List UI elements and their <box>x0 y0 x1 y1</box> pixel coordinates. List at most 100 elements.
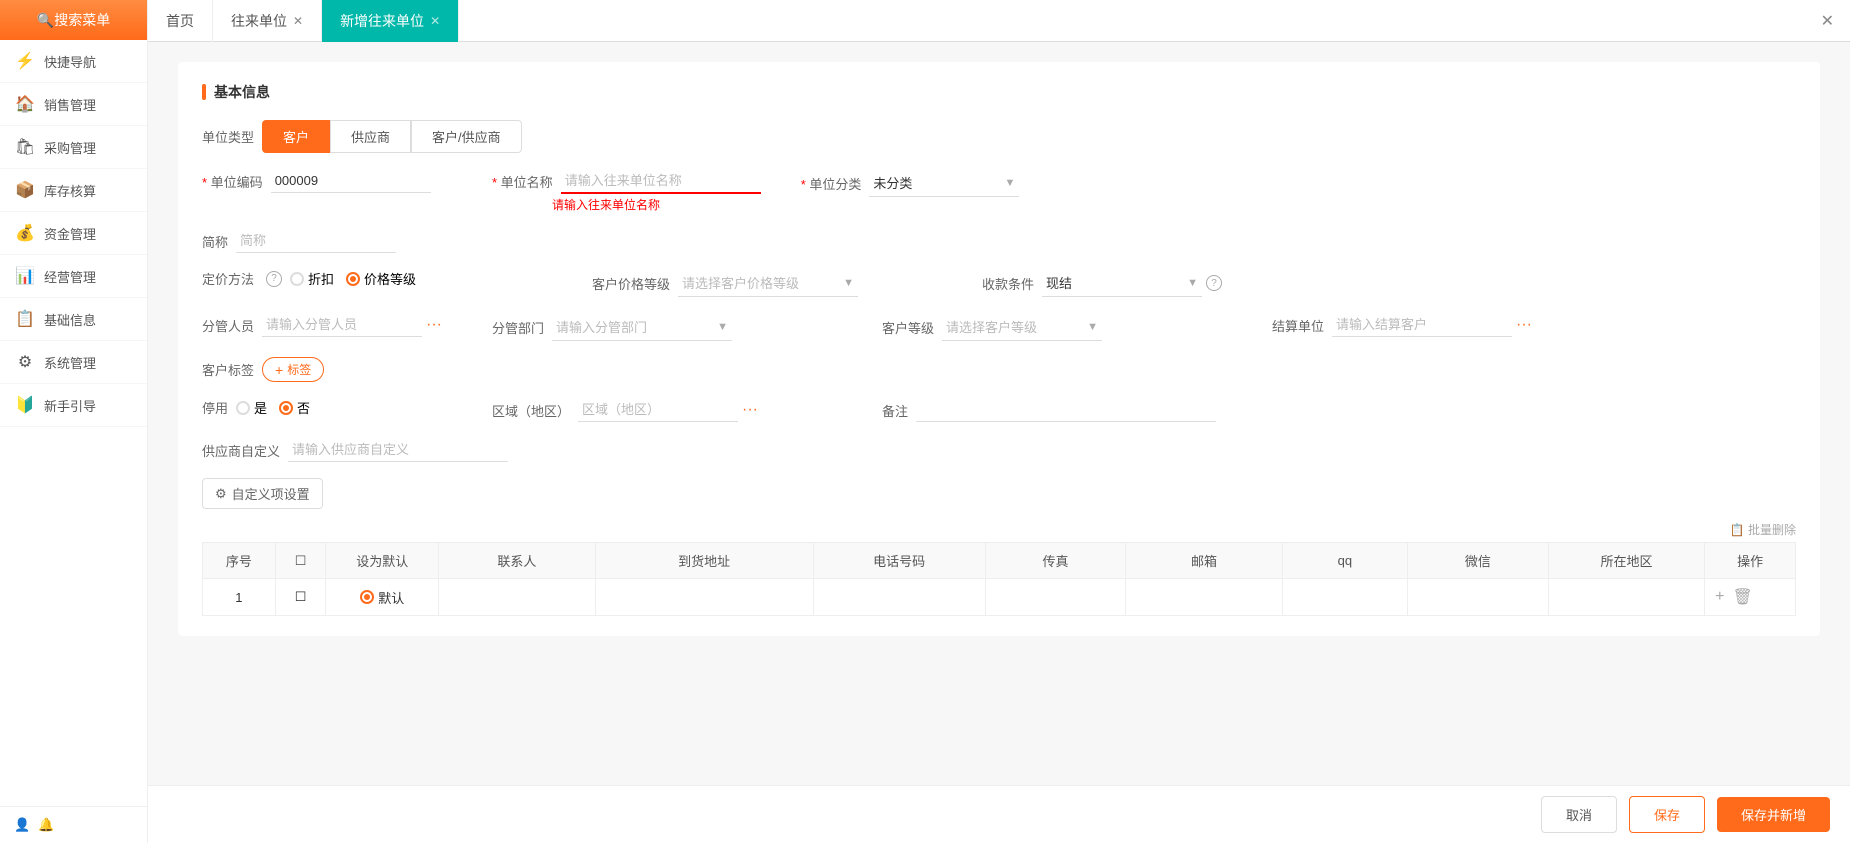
row-default[interactable]: 默认 <box>326 579 439 616</box>
table-header-cell: 序号 <box>203 543 276 579</box>
add-tag-button[interactable]: + 标签 <box>262 357 324 382</box>
tab-close-partners[interactable]: ✕ <box>293 14 303 28</box>
email-input[interactable] <box>1164 590 1244 605</box>
sidebar-item-sales[interactable]: 🏠销售管理 <box>0 83 147 126</box>
sales-icon: 🏠 <box>14 93 36 115</box>
sidebar-item-guide[interactable]: 🔰新手引导 <box>0 384 147 427</box>
unit-category-select[interactable]: 未分类 ▼ <box>869 169 1019 197</box>
customer-price-level-select[interactable]: 请选择客户价格等级 ▼ <box>678 269 858 297</box>
unit-code-label: 单位编码 <box>202 172 263 191</box>
row-delete-button[interactable]: 🗑 <box>1732 587 1752 607</box>
manager-label: 分管人员 <box>202 316 254 335</box>
row-region[interactable] <box>1548 579 1704 616</box>
payment-terms-select[interactable]: 现结 ▼ <box>1042 269 1202 297</box>
disabled-no-label: 否 <box>297 398 310 417</box>
search-menu-button[interactable]: 🔍 搜索菜单 <box>0 0 147 40</box>
abbr-row: 简称 <box>202 229 1796 253</box>
department-arrow-icon: ▼ <box>717 321 728 333</box>
unit-code-input[interactable] <box>271 169 431 193</box>
sidebar-item-inventory[interactable]: 📦库存核算 <box>0 169 147 212</box>
sidebar-item-system[interactable]: ⚙系统管理 <box>0 341 147 384</box>
region-dots-button[interactable]: ··· <box>742 401 758 419</box>
custom-settings-label: 自定义项设置 <box>232 484 310 503</box>
sidebar: 🔍 搜索菜单 ⚡快捷导航🏠销售管理🛍采购管理📦库存核算💰资金管理📊经营管理📋基础… <box>0 0 148 843</box>
search-menu-label: 搜索菜单 <box>54 10 110 30</box>
section-title-bar <box>202 84 206 100</box>
checkbox-all[interactable]: ☐ <box>295 553 307 568</box>
pricing-help-icon[interactable]: ? <box>266 271 282 287</box>
sidebar-item-label: 库存核算 <box>44 181 96 200</box>
table-header-cell: 设为默认 <box>326 543 439 579</box>
sidebar-item-base[interactable]: 📋基础信息 <box>0 298 147 341</box>
settlement-unit-dots-button[interactable]: ··· <box>1516 316 1532 334</box>
row-contact[interactable] <box>439 579 595 616</box>
tab-new-partner[interactable]: 新增往来单位✕ <box>322 0 459 42</box>
customer-level-select[interactable]: 请选择客户等级 ▼ <box>942 313 1102 341</box>
region-input[interactable] <box>578 398 738 422</box>
wechat-input[interactable] <box>1443 590 1513 605</box>
qq-input[interactable] <box>1315 590 1375 605</box>
pricing-radio-discount[interactable]: 折扣 <box>290 269 334 288</box>
unit-name-input[interactable] <box>561 169 761 194</box>
department-select[interactable]: 请输入分管部门 ▼ <box>552 313 732 341</box>
phone-input[interactable] <box>854 590 944 605</box>
main-area: 首页往来单位✕新增往来单位✕ ✕ 基本信息 单位类型 客户供应商客户/供应商 单 <box>148 0 1850 843</box>
remarks-field: 备注 <box>882 398 1216 422</box>
save-button[interactable]: 保存 <box>1629 796 1705 833</box>
payment-terms-help-icon[interactable]: ? <box>1206 275 1222 291</box>
abbr-input[interactable] <box>236 229 396 253</box>
table-header-cell: qq <box>1282 543 1407 579</box>
row-email[interactable] <box>1126 579 1282 616</box>
table-row: 1☐默认+🗑 <box>203 579 1796 616</box>
unit-type-row: 单位类型 客户供应商客户/供应商 <box>202 120 1796 153</box>
unit-type-btn-group: 客户供应商客户/供应商 <box>262 120 522 153</box>
cancel-button[interactable]: 取消 <box>1541 796 1617 833</box>
sidebar-item-finance[interactable]: 💰资金管理 <box>0 212 147 255</box>
supplier-custom-label: 供应商自定义 <box>202 441 280 460</box>
section-title-text: 基本信息 <box>214 82 270 102</box>
custom-settings-button[interactable]: ⚙ 自定义项设置 <box>202 478 323 509</box>
pricing-radio-price-level[interactable]: 价格等级 <box>346 269 416 288</box>
save-new-button[interactable]: 保存并新增 <box>1717 797 1830 832</box>
disabled-yes-radio[interactable]: 是 <box>236 398 267 417</box>
department-field: 分管部门 请输入分管部门 ▼ <box>492 313 842 341</box>
tab-close-new-partner[interactable]: ✕ <box>430 14 440 28</box>
row-phone[interactable] <box>813 579 985 616</box>
pricing-row: 定价方法 ? 折扣 价格等级 客户价格等级 <box>202 269 1796 297</box>
tab-partners[interactable]: 往来单位✕ <box>213 0 322 42</box>
batch-delete-button[interactable]: 📋 批量删除 <box>202 521 1796 538</box>
unit-type-btn-both[interactable]: 客户/供应商 <box>411 120 522 153</box>
customer-tag-label: 客户标签 <box>202 360 254 379</box>
row-checkbox-cell[interactable]: ☐ <box>275 579 326 616</box>
sidebar-item-quick-nav[interactable]: ⚡快捷导航 <box>0 40 147 83</box>
unit-code-field: 单位编码 <box>202 169 452 193</box>
close-all-tabs-button[interactable]: ✕ <box>1821 11 1834 31</box>
table-header-cell: 操作 <box>1705 543 1796 579</box>
supplier-custom-input[interactable] <box>288 438 508 462</box>
tab-home[interactable]: 首页 <box>148 0 213 42</box>
operations-icon: 📊 <box>14 265 36 287</box>
disabled-no-radio[interactable]: 否 <box>279 398 310 417</box>
unit-type-btn-customer[interactable]: 客户 <box>262 120 330 153</box>
unit-type-btn-supplier[interactable]: 供应商 <box>330 120 411 153</box>
sidebar-item-operations[interactable]: 📊经营管理 <box>0 255 147 298</box>
address-input[interactable] <box>644 590 764 605</box>
default-radio-circle <box>360 590 374 604</box>
row-add-button[interactable]: + <box>1715 588 1724 606</box>
fax-input[interactable] <box>1020 590 1090 605</box>
contact-input[interactable] <box>477 590 557 605</box>
disabled-yes-label: 是 <box>254 398 267 417</box>
manager-input[interactable] <box>262 313 422 337</box>
row-fax[interactable] <box>985 579 1126 616</box>
row-wechat[interactable] <box>1408 579 1549 616</box>
default-label: 默认 <box>378 588 404 607</box>
row-region-input[interactable] <box>1586 590 1666 605</box>
remarks-input[interactable] <box>916 398 1216 422</box>
sidebar-item-purchase[interactable]: 🛍采购管理 <box>0 126 147 169</box>
row-address[interactable] <box>595 579 813 616</box>
sidebar-item-label: 快捷导航 <box>44 52 96 71</box>
settlement-unit-input[interactable] <box>1332 313 1512 337</box>
row-checkbox[interactable]: ☐ <box>295 589 307 604</box>
row-qq[interactable] <box>1282 579 1407 616</box>
manager-dots-button[interactable]: ··· <box>426 316 442 334</box>
